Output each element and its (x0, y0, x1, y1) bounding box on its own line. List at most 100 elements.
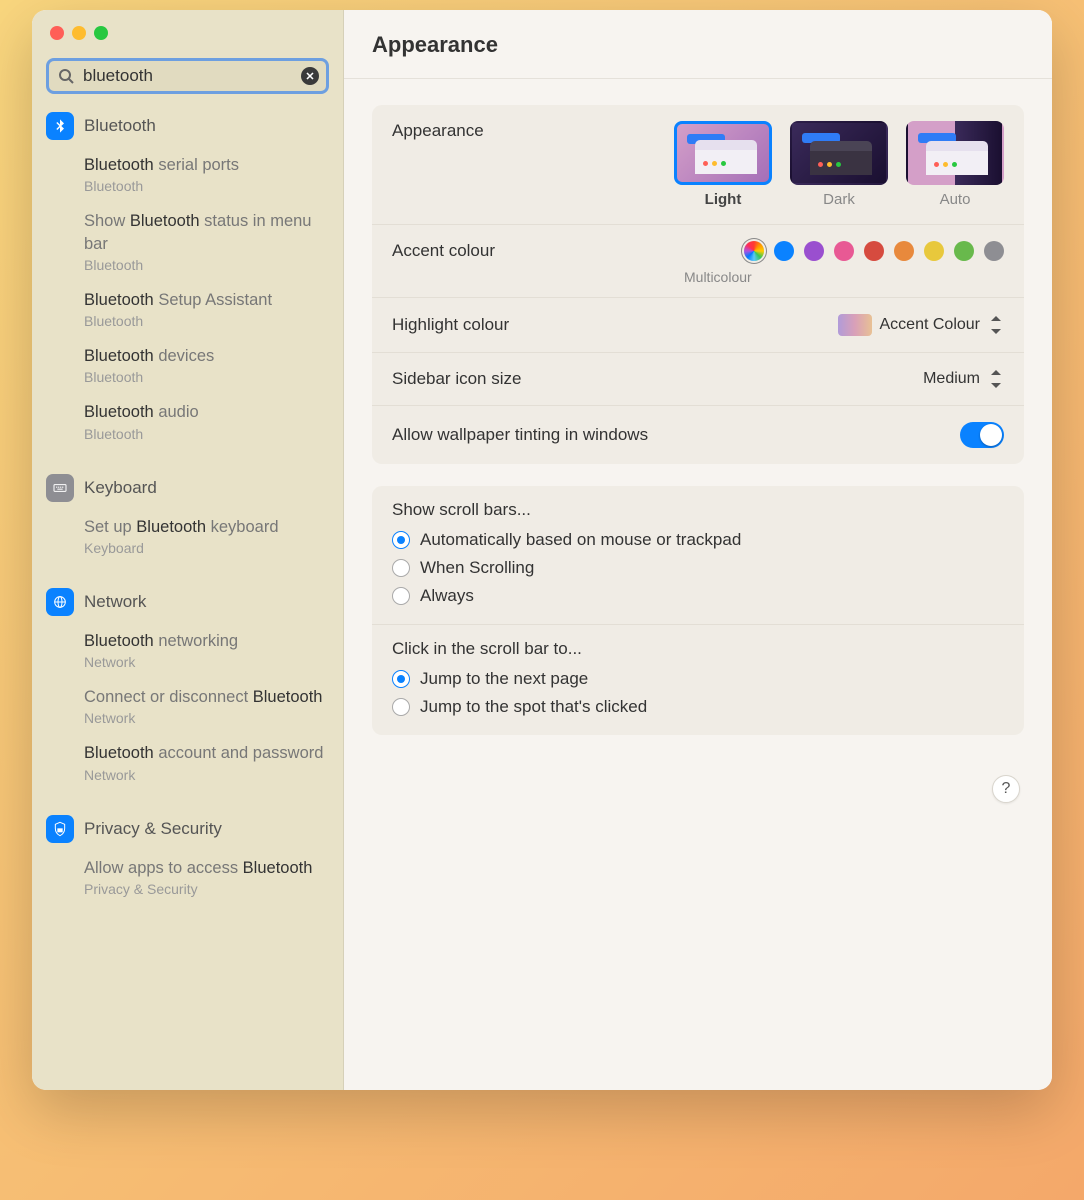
result-sub: Network (84, 654, 325, 670)
window-controls (42, 24, 333, 58)
accent-label: Accent colour (392, 241, 495, 261)
scroll-click-option[interactable]: Jump to the spot that's clicked (392, 693, 1004, 721)
search-result[interactable]: Show Bluetooth status in menu barBluetoo… (42, 204, 333, 283)
fullscreen-window-button[interactable] (94, 26, 108, 40)
radio-icon (392, 698, 410, 716)
radio-icon (392, 587, 410, 605)
group-title: Keyboard (84, 478, 157, 498)
highlight-value: Accent Colour (880, 316, 981, 334)
scrollbars-option[interactable]: Always (392, 582, 1004, 610)
sidebar-group-keyboard[interactable]: Keyboard (42, 470, 333, 510)
settings-window: ✕ BluetoothBluetooth serial portsBluetoo… (32, 10, 1052, 1090)
search-result[interactable]: Bluetooth serial ports Bluetooth (42, 148, 333, 204)
wallpaper-tint-label: Allow wallpaper tinting in windows (392, 425, 648, 445)
group-title: Bluetooth (84, 116, 156, 136)
scrollbars-option[interactable]: Automatically based on mouse or trackpad (392, 526, 1004, 554)
radio-label: When Scrolling (420, 558, 534, 578)
search-result[interactable]: Bluetooth devices Bluetooth (42, 339, 333, 395)
help-button[interactable]: ? (992, 775, 1020, 803)
result-sub: Network (84, 767, 325, 783)
group-title: Network (84, 592, 146, 612)
accent-swatch-green[interactable] (954, 241, 974, 261)
bluetooth-icon (46, 112, 74, 140)
search-result[interactable]: Bluetooth Setup AssistantBluetooth (42, 283, 333, 339)
appearance-thumb (790, 121, 888, 185)
appearance-option-label: Light (674, 191, 772, 208)
appearance-thumb (906, 121, 1004, 185)
accent-swatch-pink[interactable] (834, 241, 854, 261)
accent-swatch-yellow[interactable] (924, 241, 944, 261)
highlight-label: Highlight colour (392, 315, 509, 335)
chevron-updown-icon (988, 369, 1004, 389)
search-result[interactable]: Connect or disconnect Bluetooth Network (42, 680, 333, 736)
sidebar-icon-size-select[interactable]: Medium (923, 369, 1004, 389)
scroll-click-label: Click in the scroll bar to... (372, 625, 1024, 665)
result-sub: Bluetooth (84, 178, 325, 194)
scrollbars-option[interactable]: When Scrolling (392, 554, 1004, 582)
search-field: ✕ (46, 58, 329, 94)
search-result[interactable]: Bluetooth networking Network (42, 624, 333, 680)
result-title: Bluetooth serial ports (84, 154, 325, 176)
accent-swatch-graphite[interactable] (984, 241, 1004, 261)
wallpaper-tint-toggle[interactable] (960, 422, 1004, 448)
appearance-option-light[interactable]: Light (674, 121, 772, 208)
result-sub: Bluetooth (84, 426, 325, 442)
radio-label: Always (420, 586, 474, 606)
scroll-click-option[interactable]: Jump to the next page (392, 665, 1004, 693)
radio-label: Automatically based on mouse or trackpad (420, 530, 741, 550)
appearance-label: Appearance (392, 121, 484, 141)
main-header: Appearance (344, 10, 1052, 79)
appearance-option-dark[interactable]: Dark (790, 121, 888, 208)
result-title: Bluetooth account and password (84, 742, 325, 764)
result-title: Bluetooth networking (84, 630, 325, 652)
chevron-updown-icon (988, 315, 1004, 335)
appearance-thumb (674, 121, 772, 185)
result-title: Bluetooth devices (84, 345, 325, 367)
result-title: Connect or disconnect Bluetooth (84, 686, 325, 708)
scrollbars-label: Show scroll bars... (372, 486, 1024, 526)
content: Appearance Light Dark Auto Accent colour M… (344, 79, 1052, 829)
close-window-button[interactable] (50, 26, 64, 40)
radio-icon (392, 670, 410, 688)
privacy-icon (46, 815, 74, 843)
result-sub: Keyboard (84, 540, 325, 556)
search-result[interactable]: Allow apps to access Bluetooth Privacy & … (42, 851, 333, 907)
accent-swatch-multicolour[interactable] (744, 241, 764, 261)
result-sub: Bluetooth (84, 369, 325, 385)
appearance-option-label: Auto (906, 191, 1004, 208)
highlight-preview (838, 314, 872, 336)
sidebar-group-bluetooth[interactable]: Bluetooth (42, 108, 333, 148)
accent-swatch-orange[interactable] (894, 241, 914, 261)
sidebar-group-network[interactable]: Network (42, 584, 333, 624)
highlight-select[interactable]: Accent Colour (838, 314, 1005, 336)
result-title: Set up Bluetooth keyboard (84, 516, 325, 538)
appearance-options: Light Dark Auto (674, 121, 1004, 208)
search-icon (58, 68, 74, 84)
radio-icon (392, 559, 410, 577)
page-title: Appearance (372, 32, 1024, 58)
sidebar-icon-size-value: Medium (923, 370, 980, 388)
accent-swatch-red[interactable] (864, 241, 884, 261)
result-title: Allow apps to access Bluetooth (84, 857, 325, 879)
search-result[interactable]: Bluetooth account and password Network (42, 736, 333, 792)
appearance-option-label: Dark (790, 191, 888, 208)
group-title: Privacy & Security (84, 819, 222, 839)
search-result[interactable]: Set up Bluetooth keyboard Keyboard (42, 510, 333, 566)
minimize-window-button[interactable] (72, 26, 86, 40)
result-sub: Privacy & Security (84, 881, 325, 897)
sidebar-group-privacy-security[interactable]: Privacy & Security (42, 811, 333, 851)
clear-search-button[interactable]: ✕ (301, 67, 319, 85)
radio-icon (392, 531, 410, 549)
search-input[interactable] (46, 58, 329, 94)
result-title: Bluetooth audio (84, 401, 325, 423)
result-sub: Network (84, 710, 325, 726)
scrollbars-panel: Show scroll bars... Automatically based … (372, 486, 1024, 735)
radio-label: Jump to the next page (420, 669, 588, 689)
accent-swatch-blue[interactable] (774, 241, 794, 261)
appearance-option-auto[interactable]: Auto (906, 121, 1004, 208)
result-sub: Bluetooth (84, 313, 325, 329)
accent-swatch-purple[interactable] (804, 241, 824, 261)
accent-sub: Multicolour (684, 269, 1004, 285)
search-result[interactable]: Bluetooth audio Bluetooth (42, 395, 333, 451)
result-title: Show Bluetooth status in menu bar (84, 210, 325, 255)
